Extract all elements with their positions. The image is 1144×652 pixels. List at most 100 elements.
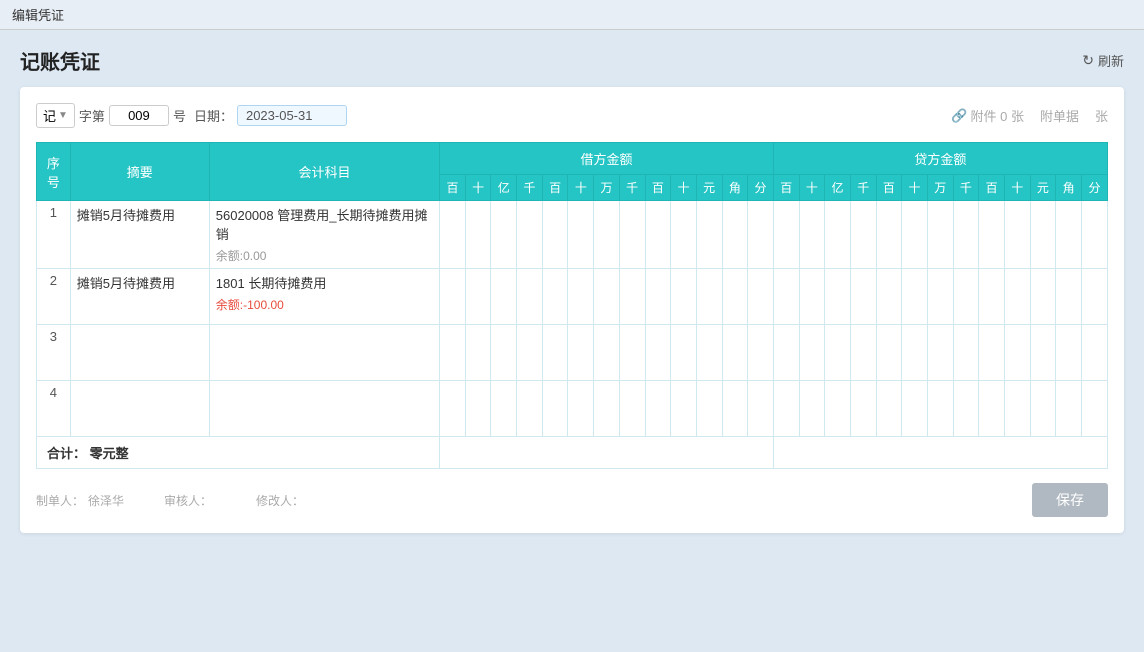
row-3-debit-12[interactable] (748, 381, 774, 437)
row-2-debit-12[interactable] (748, 325, 774, 381)
row-3-credit-3[interactable] (850, 381, 876, 437)
row-0-debit-6[interactable] (594, 201, 620, 269)
row-1-credit-8[interactable] (979, 269, 1005, 325)
attachment-link[interactable]: 🔗 附件 0 张 (951, 106, 1024, 125)
row-3-credit-9[interactable] (1004, 381, 1030, 437)
row-1-debit-9[interactable] (671, 269, 697, 325)
row-3-debit-8[interactable] (645, 381, 671, 437)
date-input[interactable] (237, 105, 347, 126)
row-0-credit-5[interactable] (902, 201, 928, 269)
row-0-credit-9[interactable] (1004, 201, 1030, 269)
row-1-debit-10[interactable] (696, 269, 722, 325)
row-1-credit-10[interactable] (1030, 269, 1056, 325)
row-2-credit-3[interactable] (850, 325, 876, 381)
row-3-debit-10[interactable] (696, 381, 722, 437)
row-3-summary[interactable] (70, 381, 209, 437)
voucher-type-button[interactable]: 记 ▼ (36, 103, 75, 128)
row-0-debit-9[interactable] (671, 201, 697, 269)
row-1-debit-11[interactable] (722, 269, 748, 325)
row-0-debit-3[interactable] (517, 201, 543, 269)
row-2-credit-11[interactable] (1056, 325, 1082, 381)
row-2-debit-1[interactable] (465, 325, 491, 381)
row-2-credit-0[interactable] (773, 325, 799, 381)
row-0-debit-2[interactable] (491, 201, 517, 269)
row-0-debit-0[interactable] (440, 201, 466, 269)
row-0-debit-1[interactable] (465, 201, 491, 269)
refresh-button[interactable]: ↻ 刷新 (1082, 51, 1124, 70)
row-0-credit-7[interactable] (953, 201, 979, 269)
row-3-credit-7[interactable] (953, 381, 979, 437)
row-0-credit-0[interactable] (773, 201, 799, 269)
row-3-debit-9[interactable] (671, 381, 697, 437)
row-2-credit-5[interactable] (902, 325, 928, 381)
row-2-credit-8[interactable] (979, 325, 1005, 381)
row-3-debit-6[interactable] (594, 381, 620, 437)
row-3-debit-3[interactable] (517, 381, 543, 437)
row-1-debit-3[interactable] (517, 269, 543, 325)
row-2-credit-4[interactable] (876, 325, 902, 381)
row-1-debit-4[interactable] (542, 269, 568, 325)
row-2-summary[interactable] (70, 325, 209, 381)
row-1-credit-7[interactable] (953, 269, 979, 325)
row-3-debit-7[interactable] (619, 381, 645, 437)
row-1-debit-6[interactable] (594, 269, 620, 325)
row-3-debit-4[interactable] (542, 381, 568, 437)
row-1-debit-5[interactable] (568, 269, 594, 325)
row-3-credit-10[interactable] (1030, 381, 1056, 437)
row-2-debit-10[interactable] (696, 325, 722, 381)
row-2-credit-12[interactable] (1081, 325, 1107, 381)
row-0-credit-8[interactable] (979, 201, 1005, 269)
row-1-credit-5[interactable] (902, 269, 928, 325)
row-1-credit-0[interactable] (773, 269, 799, 325)
row-1-debit-8[interactable] (645, 269, 671, 325)
row-1-credit-3[interactable] (850, 269, 876, 325)
row-3-debit-5[interactable] (568, 381, 594, 437)
row-0-credit-4[interactable] (876, 201, 902, 269)
row-2-debit-5[interactable] (568, 325, 594, 381)
row-2-debit-3[interactable] (517, 325, 543, 381)
row-0-debit-5[interactable] (568, 201, 594, 269)
row-3-credit-11[interactable] (1056, 381, 1082, 437)
row-2-debit-11[interactable] (722, 325, 748, 381)
row-3-debit-0[interactable] (440, 381, 466, 437)
row-2-credit-6[interactable] (927, 325, 953, 381)
row-0-debit-11[interactable] (722, 201, 748, 269)
row-0-debit-12[interactable] (748, 201, 774, 269)
row-1-debit-2[interactable] (491, 269, 517, 325)
row-2-credit-1[interactable] (799, 325, 825, 381)
row-3-credit-1[interactable] (799, 381, 825, 437)
row-1-credit-1[interactable] (799, 269, 825, 325)
row-1-credit-6[interactable] (927, 269, 953, 325)
row-1-credit-12[interactable] (1081, 269, 1107, 325)
row-0-summary[interactable]: 摊销5月待摊费用 (70, 201, 209, 269)
row-0-account[interactable]: 56020008 管理费用_长期待摊费用摊销余额:0.00 (209, 201, 439, 269)
row-2-credit-2[interactable] (825, 325, 851, 381)
row-0-credit-1[interactable] (799, 201, 825, 269)
row-2-debit-7[interactable] (619, 325, 645, 381)
row-3-credit-5[interactable] (902, 381, 928, 437)
row-3-debit-2[interactable] (491, 381, 517, 437)
row-3-credit-12[interactable] (1081, 381, 1107, 437)
row-2-debit-4[interactable] (542, 325, 568, 381)
row-0-credit-12[interactable] (1081, 201, 1107, 269)
row-2-credit-9[interactable] (1004, 325, 1030, 381)
row-2-account[interactable] (209, 325, 439, 381)
row-2-debit-0[interactable] (440, 325, 466, 381)
row-0-debit-4[interactable] (542, 201, 568, 269)
row-0-debit-8[interactable] (645, 201, 671, 269)
row-3-credit-2[interactable] (825, 381, 851, 437)
row-1-debit-12[interactable] (748, 269, 774, 325)
row-3-debit-11[interactable] (722, 381, 748, 437)
row-0-debit-10[interactable] (696, 201, 722, 269)
row-3-credit-4[interactable] (876, 381, 902, 437)
row-1-summary[interactable]: 摊销5月待摊费用 (70, 269, 209, 325)
row-2-credit-7[interactable] (953, 325, 979, 381)
row-3-credit-8[interactable] (979, 381, 1005, 437)
row-0-debit-7[interactable] (619, 201, 645, 269)
row-1-debit-7[interactable] (619, 269, 645, 325)
row-0-credit-3[interactable] (850, 201, 876, 269)
save-button[interactable]: 保存 (1032, 483, 1108, 517)
row-1-account[interactable]: 1801 长期待摊费用余额:-100.00 (209, 269, 439, 325)
row-1-debit-1[interactable] (465, 269, 491, 325)
row-2-debit-8[interactable] (645, 325, 671, 381)
